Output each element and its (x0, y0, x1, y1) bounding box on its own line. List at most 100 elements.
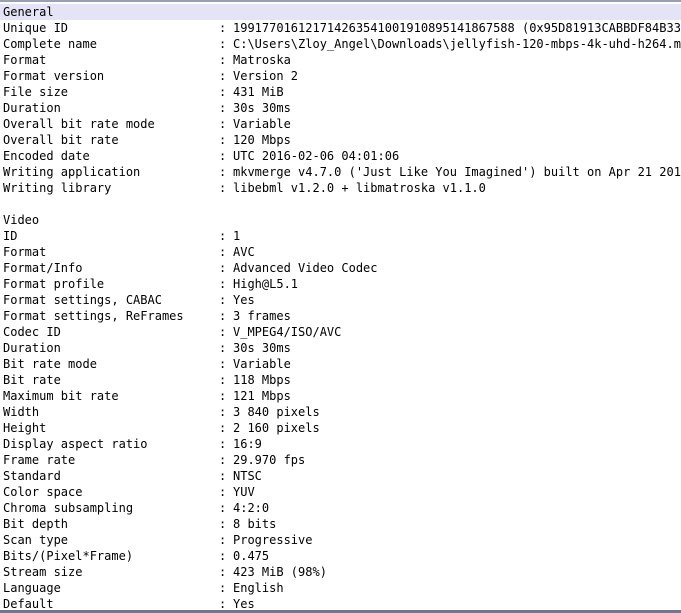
property-row[interactable]: Unique ID:199177016121714263541001910895… (0, 20, 681, 36)
property-separator: : (219, 501, 227, 515)
property-key: Width (3, 405, 40, 419)
property-row[interactable]: Overall bit rate:120 Mbps (0, 132, 681, 148)
property-value: Variable (233, 357, 291, 371)
property-value: High@L5.1 (233, 277, 299, 291)
property-value: 30s 30ms (233, 341, 291, 355)
property-key: Format (3, 53, 47, 67)
property-separator: : (219, 101, 227, 115)
property-separator: : (219, 325, 227, 339)
property-value: 2 160 pixels (233, 421, 320, 435)
property-row[interactable]: Overall bit rate mode: Variable (0, 116, 681, 132)
property-row[interactable]: Encoded date: UTC 2016-02-06 04:01:06 (0, 148, 681, 164)
property-separator: : (219, 229, 227, 243)
property-key: Format/Info (3, 261, 83, 275)
property-value: 4:2:0 (233, 501, 270, 515)
section-header-video: Video (3, 213, 40, 227)
property-row[interactable]: Complete name: C:\Users\Zloy_Angel\Downlo… (0, 36, 681, 52)
property-separator: : (219, 69, 227, 83)
property-row[interactable]: Format profile: High@L5.1 (0, 276, 681, 292)
property-row[interactable]: ID:1 (0, 228, 681, 244)
property-row[interactable]: Format settings, CABAC: Yes (0, 292, 681, 308)
property-row[interactable]: Format: Matroska (0, 52, 681, 68)
property-key: Duration (3, 101, 61, 115)
property-separator: : (219, 85, 227, 99)
property-separator: : (219, 373, 227, 387)
property-row[interactable]: Stream size:423 MiB (98%) (0, 564, 681, 580)
property-key: Color space (3, 485, 83, 499)
property-value: 29.970 fps (233, 453, 306, 467)
property-row[interactable]: Writing library: libebml v1.2.0 + libmatr… (0, 180, 681, 196)
property-key: Format profile (3, 277, 105, 291)
property-key: Overall bit rate mode (3, 117, 155, 131)
property-separator: : (219, 581, 227, 595)
property-separator: : (219, 421, 227, 435)
property-key: Display aspect ratio (3, 437, 148, 451)
property-row[interactable]: Format/Info: Advanced Video Codec (0, 260, 681, 276)
property-value: YUV (233, 485, 255, 499)
property-key: Bit rate (3, 373, 61, 387)
property-row[interactable]: Bit depth:8 bits (0, 516, 681, 532)
property-key: Writing application (3, 165, 141, 179)
property-value: 3 840 pixels (233, 405, 320, 419)
property-row[interactable]: Bit rate mode: Variable (0, 356, 681, 372)
property-value: 3 frames (233, 309, 291, 323)
property-row[interactable]: Standard: NTSC (0, 468, 681, 484)
property-value: C:\Users\Zloy_Angel\Downloads\jellyfish-… (233, 37, 681, 51)
property-key: Standard (3, 469, 61, 483)
property-separator: : (219, 405, 227, 419)
property-row[interactable]: Codec ID: V_MPEG4/ISO/AVC (0, 324, 681, 340)
property-row[interactable]: Bits/(Pixel*Frame):0.475 (0, 548, 681, 564)
property-separator: : (219, 485, 227, 499)
property-row[interactable]: Scan type: Progressive (0, 532, 681, 548)
property-row[interactable]: Chroma subsampling:4:2:0 (0, 500, 681, 516)
property-separator: : (219, 277, 227, 291)
property-row[interactable]: Height:2 160 pixels (0, 420, 681, 436)
property-row[interactable]: Duration:30s 30ms (0, 340, 681, 356)
property-row[interactable]: Frame rate:29.970 fps (0, 452, 681, 468)
property-value: UTC 2016-02-06 04:01:06 (233, 149, 400, 163)
property-value: mkvmerge v4.7.0 ('Just Like You Imagined… (233, 165, 681, 179)
property-value: 431 MiB (233, 85, 284, 99)
property-key: Format (3, 245, 47, 259)
property-row[interactable]: Color space: YUV (0, 484, 681, 500)
property-separator: : (219, 357, 227, 371)
property-value: Advanced Video Codec (233, 261, 378, 275)
property-separator: : (219, 469, 227, 483)
mediainfo-text-pane[interactable]: General Unique ID:19917701612171426354100… (0, 2, 681, 611)
property-row[interactable]: Duration:30s 30ms (0, 100, 681, 116)
property-separator: : (219, 549, 227, 563)
property-value: V_MPEG4/ISO/AVC (233, 325, 342, 339)
property-separator: : (219, 261, 227, 275)
property-row[interactable]: Maximum bit rate:121 Mbps (0, 388, 681, 404)
property-separator: : (219, 133, 227, 147)
property-value: Yes (233, 597, 255, 611)
property-separator: : (219, 293, 227, 307)
mediainfo-window: General Unique ID:19917701612171426354100… (0, 0, 681, 613)
property-key: ID (3, 229, 18, 243)
property-row[interactable]: Language: English (0, 580, 681, 596)
property-value: 1 (233, 229, 241, 243)
property-key: Stream size (3, 565, 83, 579)
property-row[interactable]: Format: AVC (0, 244, 681, 260)
property-row[interactable]: Bit rate:118 Mbps (0, 372, 681, 388)
property-row[interactable]: File size:431 MiB (0, 84, 681, 100)
property-key: Complete name (3, 37, 97, 51)
section-header-general: General (0, 4, 681, 20)
property-key: Chroma subsampling (3, 501, 134, 515)
property-row[interactable]: Width:3 840 pixels (0, 404, 681, 420)
property-value: 121 Mbps (233, 389, 291, 403)
property-separator: : (219, 453, 227, 467)
property-value: NTSC (233, 469, 262, 483)
property-row[interactable]: Writing application: mkvmerge v4.7.0 ('Ju… (0, 164, 681, 180)
property-row[interactable]: Display aspect ratio:16:9 (0, 436, 681, 452)
property-row[interactable]: Format settings, ReFrames:3 frames (0, 308, 681, 324)
property-key: Default (3, 597, 54, 611)
property-value: Variable (233, 117, 291, 131)
property-key: Unique ID (3, 21, 69, 35)
property-key: Format settings, ReFrames (3, 309, 184, 323)
property-row[interactable]: Default: Yes (0, 596, 681, 611)
property-separator: : (219, 117, 227, 131)
property-value: AVC (233, 245, 255, 259)
property-row[interactable]: Format version: Version 2 (0, 68, 681, 84)
property-key: Bits/(Pixel*Frame) (3, 549, 134, 563)
